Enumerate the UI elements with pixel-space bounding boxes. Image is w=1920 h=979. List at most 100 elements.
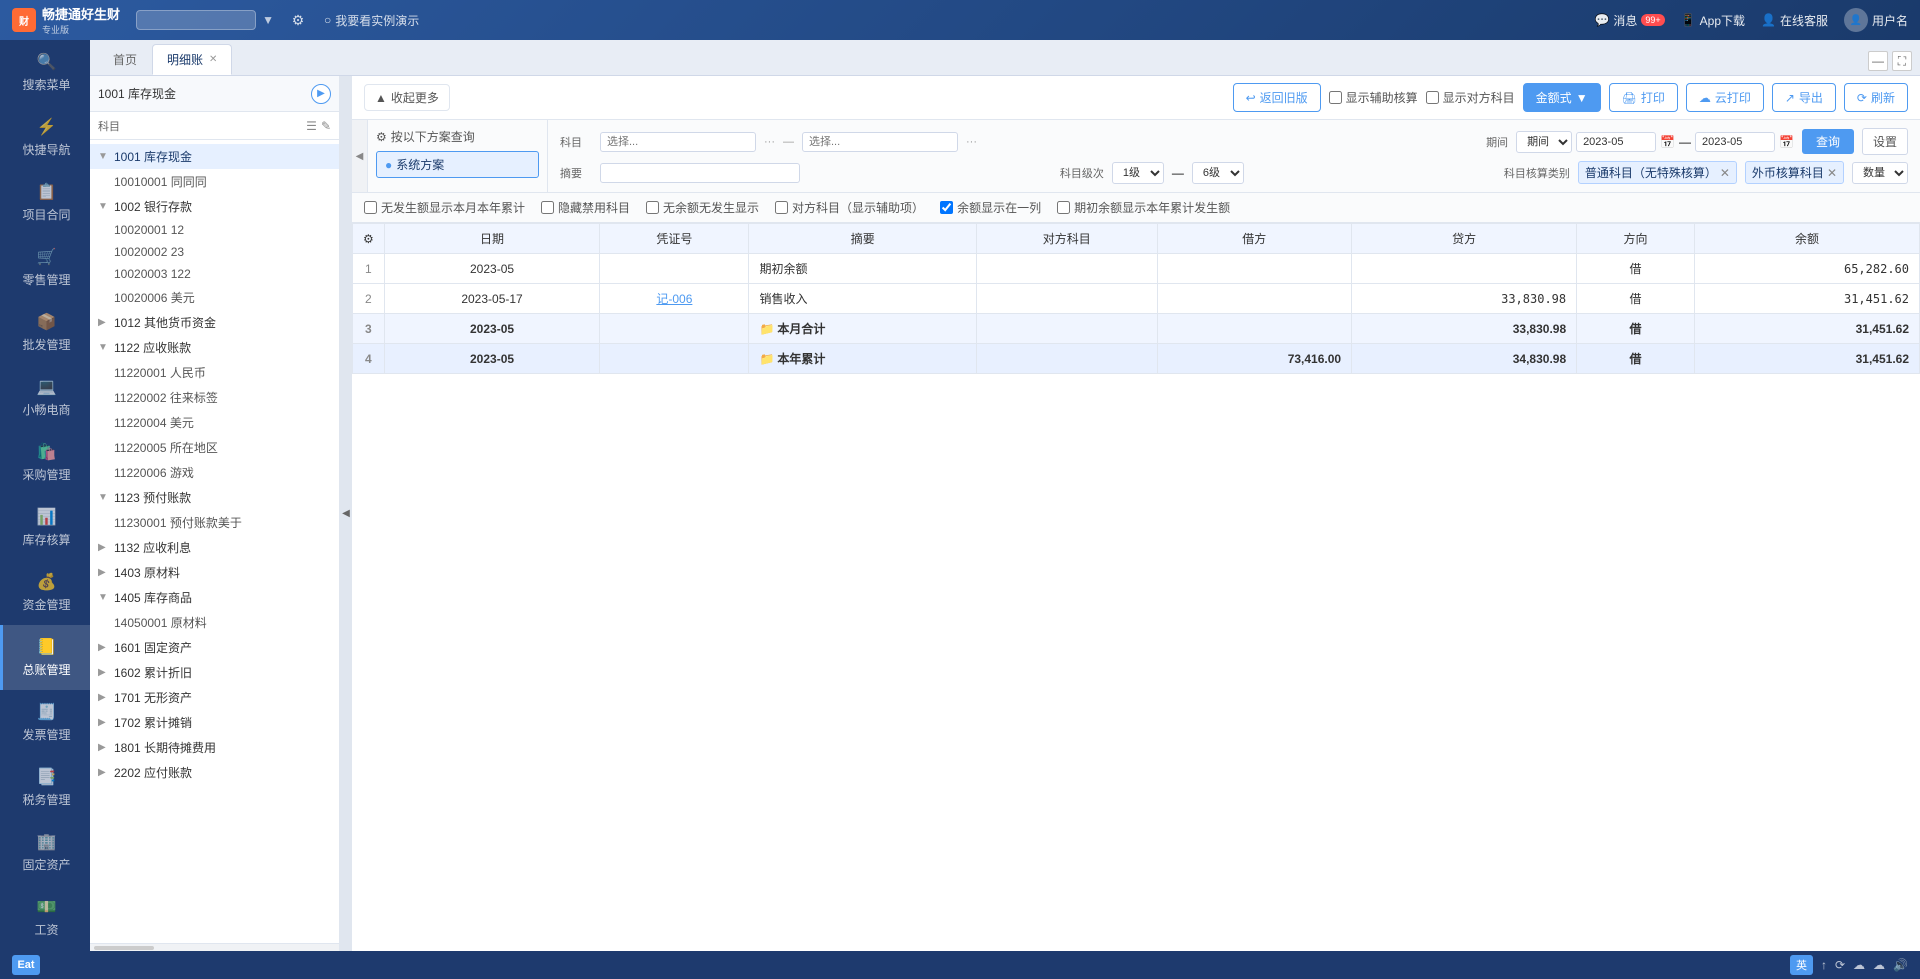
search-input[interactable]	[136, 10, 256, 30]
user-avatar[interactable]: 👤 用户名	[1844, 8, 1908, 32]
filter-collapse-button[interactable]: ◀	[352, 120, 368, 192]
system-scheme-button[interactable]: ● 系统方案	[376, 151, 539, 178]
cell-voucher-2[interactable]: 记-006	[600, 284, 749, 314]
sidebar-item-project[interactable]: 📋 项目合同	[0, 170, 90, 235]
tree-item-10020006[interactable]: 10020006 美元	[90, 285, 339, 310]
summary-filter-input[interactable]	[600, 163, 800, 183]
tree-item-11220005[interactable]: 11220005 所在地区	[90, 435, 339, 460]
print-button[interactable]: 🖨 打印	[1609, 83, 1678, 112]
tree-item-11230001[interactable]: 11230001 预付账款美于	[90, 510, 339, 535]
list-view-icon[interactable]: ☰	[306, 119, 317, 133]
sidebar-item-ecommerce[interactable]: 💻 小畅电商	[0, 365, 90, 430]
tag-1-close[interactable]: ✕	[1720, 166, 1730, 180]
sidebar-item-tax[interactable]: 📑 税务管理	[0, 755, 90, 820]
tree-item-11220001[interactable]: 11220001 人民币	[90, 360, 339, 385]
upload-icon[interactable]: ↑	[1821, 958, 1827, 972]
tree-item-1002[interactable]: ▼ 1002 银行存款	[90, 194, 339, 219]
show-opposite-checkbox[interactable]: 显示对方科目	[1426, 89, 1515, 106]
sidebar-item-search[interactable]: 🔍 搜索菜单	[0, 40, 90, 105]
sidebar-item-assets[interactable]: 🏢 固定资产	[0, 820, 90, 885]
no-balance-show-input[interactable]	[646, 201, 659, 214]
tree-item-1601[interactable]: ▶ 1601 固定资产	[90, 635, 339, 660]
tree-item-1405[interactable]: ▼ 1405 库存商品	[90, 585, 339, 610]
refresh-status-icon[interactable]: ⟳	[1835, 958, 1845, 972]
sidebar-item-wholesale[interactable]: 📦 批发管理	[0, 300, 90, 365]
no-balance-show-checkbox[interactable]: 无余额无发生显示	[646, 199, 759, 216]
refresh-button[interactable]: ⟳ 刷新	[1844, 83, 1908, 112]
quantity-select[interactable]: 数量	[1852, 162, 1908, 184]
tab-fullscreen-button[interactable]: ⛶	[1892, 51, 1912, 71]
language-button[interactable]: 英	[1790, 955, 1813, 975]
tree-item-10020003[interactable]: 10020003 122	[90, 263, 339, 285]
tree-item-1801[interactable]: ▶ 1801 长期待摊费用	[90, 735, 339, 760]
gear-icon[interactable]: ⚙	[284, 6, 312, 34]
online-service-button[interactable]: 👤 在线客服	[1761, 12, 1828, 29]
amount-style-button[interactable]: 金额式 ▼	[1523, 83, 1601, 112]
sound-icon[interactable]: 🔊	[1893, 958, 1908, 972]
balance-one-col-input[interactable]	[940, 201, 953, 214]
return-old-button[interactable]: ↩ 返回旧版	[1233, 83, 1321, 112]
opposite-account-checkbox[interactable]: 对方科目（显示辅助项）	[775, 199, 924, 216]
tree-item-1701[interactable]: ▶ 1701 无形资产	[90, 685, 339, 710]
show-opposite-input[interactable]	[1426, 91, 1439, 104]
tree-item-1602[interactable]: ▶ 1602 累计折旧	[90, 660, 339, 685]
sidebar-item-purchase[interactable]: 🛍️ 采购管理	[0, 430, 90, 495]
query-button[interactable]: 查询	[1802, 129, 1854, 154]
export-button[interactable]: ↗ 导出	[1772, 83, 1836, 112]
tree-item-11220004[interactable]: 11220004 美元	[90, 410, 339, 435]
app-download-button[interactable]: 📱 App下载	[1681, 12, 1745, 29]
message-button[interactable]: 💬 消息 99+	[1594, 12, 1664, 29]
filter-settings-button[interactable]: 设置	[1862, 128, 1908, 155]
opposite-account-input[interactable]	[775, 201, 788, 214]
sidebar-item-salary[interactable]: 💵 工资	[0, 885, 90, 950]
tree-item-1001[interactable]: ▼ 1001 库存现金	[90, 144, 339, 169]
tree-item-11220006[interactable]: 11220006 游戏	[90, 460, 339, 485]
cloud-print-button[interactable]: ☁ 云打印	[1686, 83, 1764, 112]
sidebar-item-invoice[interactable]: 🧾 发票管理	[0, 690, 90, 755]
sidebar-item-ledger[interactable]: 📒 总账管理	[0, 625, 90, 690]
tree-item-1403[interactable]: ▶ 1403 原材料	[90, 560, 339, 585]
edit-icon[interactable]: ✎	[321, 119, 331, 133]
eat-button[interactable]: Eat	[12, 955, 40, 975]
search-dropdown-icon[interactable]: ▼	[260, 12, 276, 28]
tag-2-close[interactable]: ✕	[1827, 166, 1837, 180]
collapse-panel-button[interactable]: ◀	[340, 76, 352, 951]
sidebar-item-quicknav[interactable]: ⚡ 快捷导航	[0, 105, 90, 170]
tree-item-1012[interactable]: ▶ 1012 其他货币资金	[90, 310, 339, 335]
hide-disabled-input[interactable]	[541, 201, 554, 214]
calendar-icon-2[interactable]: 📅	[1779, 135, 1794, 149]
demo-link[interactable]: ○ 我要看实例演示	[324, 12, 419, 29]
subject-level-from-select[interactable]: 1级	[1112, 162, 1164, 184]
tab-minimize-button[interactable]: —	[1868, 51, 1888, 71]
no-balance-input[interactable]	[364, 201, 377, 214]
cloud-status-icon-2[interactable]: ☁	[1873, 958, 1885, 972]
calendar-icon-1[interactable]: 📅	[1660, 135, 1675, 149]
tree-item-1132[interactable]: ▶ 1132 应收利息	[90, 535, 339, 560]
account-filter-input-2[interactable]	[802, 132, 958, 152]
tree-item-1123[interactable]: ▼ 1123 预付账款	[90, 485, 339, 510]
hide-disabled-checkbox[interactable]: 隐藏禁用科目	[541, 199, 630, 216]
tab-close-icon[interactable]: ✕	[209, 54, 217, 65]
sidebar-item-capital[interactable]: 💰 资金管理	[0, 560, 90, 625]
expand-more-button[interactable]: ▲ 收起更多	[364, 84, 450, 111]
balance-one-col-checkbox[interactable]: 余额显示在一列	[940, 199, 1041, 216]
tree-item-2202[interactable]: ▶ 2202 应付账款	[90, 760, 339, 785]
period-start-input[interactable]	[1576, 132, 1656, 152]
opening-balance-input[interactable]	[1057, 201, 1070, 214]
tree-item-10020001[interactable]: 10020001 12	[90, 219, 339, 241]
tab-detail[interactable]: 明细账 ✕	[152, 44, 232, 75]
cloud-status-icon-1[interactable]: ☁	[1853, 958, 1865, 972]
sidebar-item-retail[interactable]: 🛒 零售管理	[0, 235, 90, 300]
period-type-select[interactable]: 期间	[1516, 131, 1572, 153]
tree-item-10020002[interactable]: 10020002 23	[90, 241, 339, 263]
tree-item-1122[interactable]: ▼ 1122 应收账款	[90, 335, 339, 360]
no-balance-checkbox[interactable]: 无发生额显示本月本年累计	[364, 199, 525, 216]
period-end-input[interactable]	[1695, 132, 1775, 152]
show-aux-input[interactable]	[1329, 91, 1342, 104]
tree-item-10010001[interactable]: 10010001 同同同	[90, 169, 339, 194]
account-nav-button[interactable]: ▶	[311, 84, 331, 104]
tree-item-11220002[interactable]: 11220002 往来标签	[90, 385, 339, 410]
opening-balance-checkbox[interactable]: 期初余额显示本年累计发生额	[1057, 199, 1230, 216]
left-panel-scrollbar[interactable]	[90, 943, 339, 951]
tree-item-1702[interactable]: ▶ 1702 累计摊销	[90, 710, 339, 735]
